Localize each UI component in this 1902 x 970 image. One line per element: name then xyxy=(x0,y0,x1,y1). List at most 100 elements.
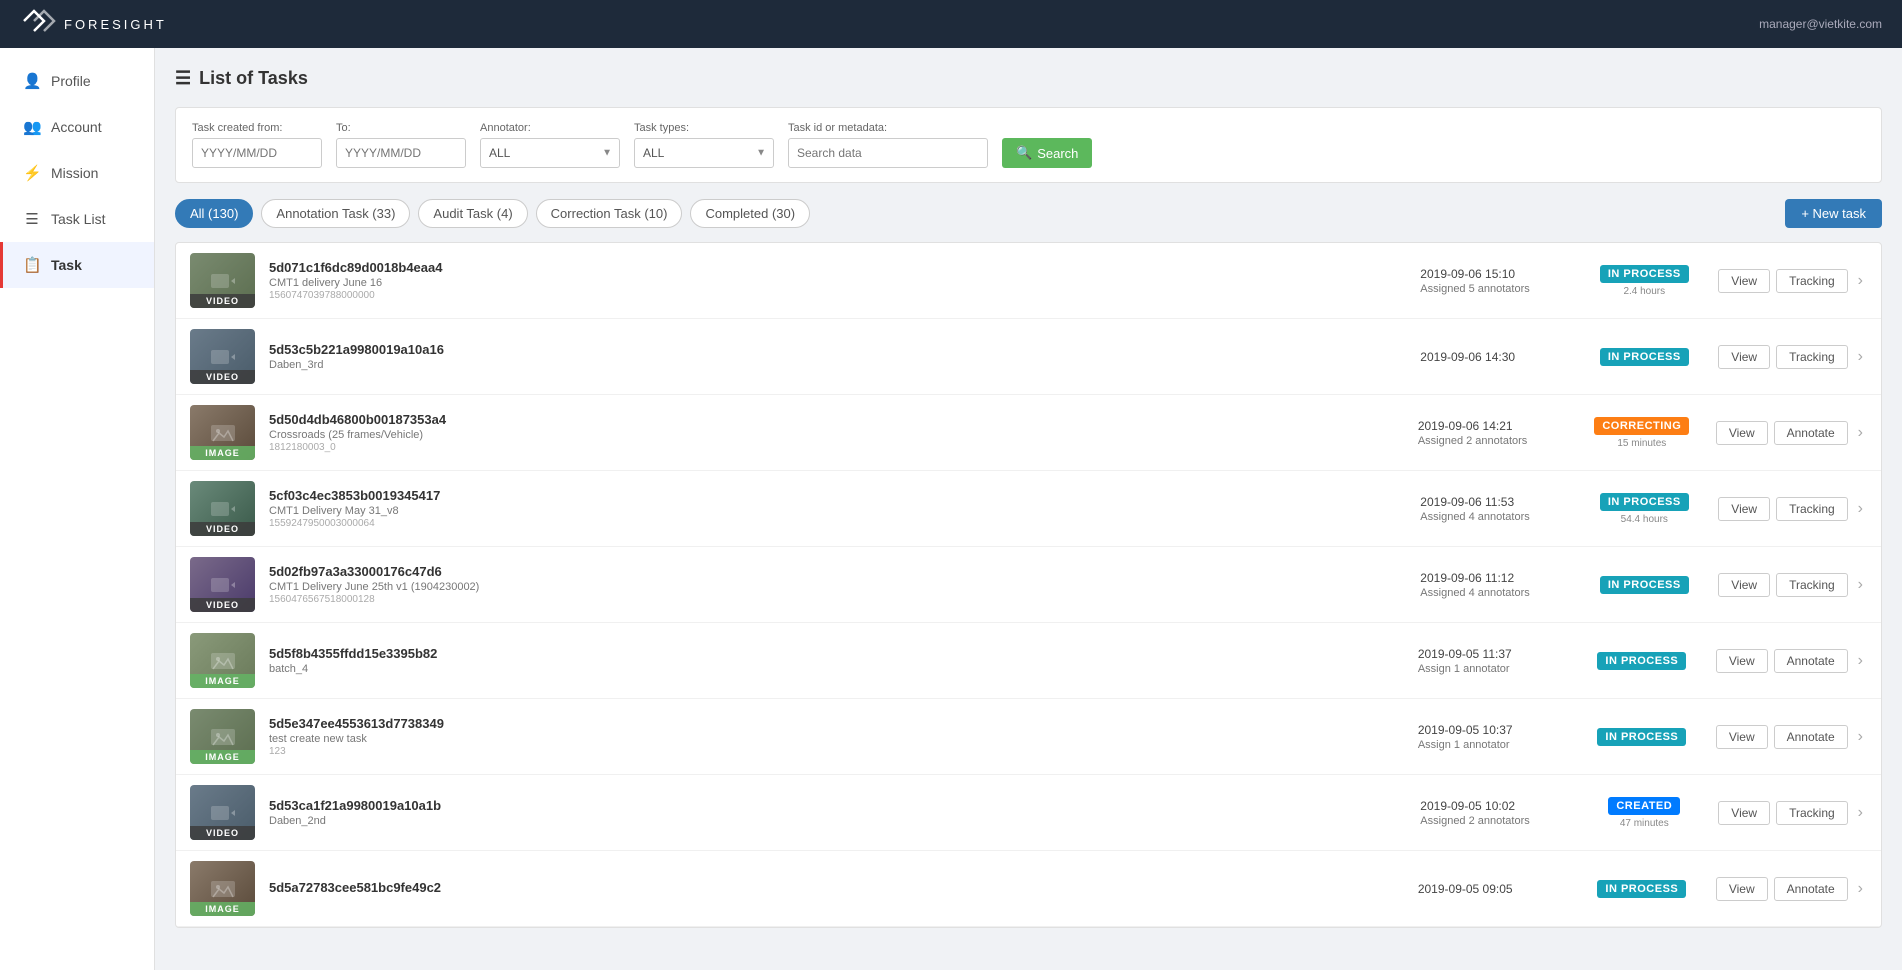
expand-chevron-icon[interactable]: › xyxy=(1854,800,1867,826)
secondary-action-button[interactable]: Tracking xyxy=(1776,345,1848,369)
new-task-button[interactable]: + New task xyxy=(1785,199,1882,228)
task-thumbnail: VIDEO xyxy=(190,557,255,612)
view-button[interactable]: View xyxy=(1716,877,1768,901)
task-actions: View Tracking › xyxy=(1718,344,1867,370)
task-subtitle: Daben_2nd xyxy=(269,815,1406,827)
task-info: 5d5a72783cee581bc9fe49c2 xyxy=(269,880,1404,897)
filter-annotator-select[interactable]: ALL xyxy=(480,138,620,168)
task-duration: 15 minutes xyxy=(1582,438,1702,449)
secondary-action-button[interactable]: Annotate xyxy=(1774,649,1848,673)
task-subtitle: batch_4 xyxy=(269,663,1404,675)
status-badge: CORRECTING xyxy=(1594,417,1689,435)
task-status: IN PROCESS xyxy=(1584,348,1704,366)
task-actions: View Tracking › xyxy=(1718,268,1867,294)
tab-annotation[interactable]: Annotation Task (33) xyxy=(261,199,410,228)
task-id: 5d02fb97a3a33000176c47d6 xyxy=(269,564,1406,579)
expand-chevron-icon[interactable]: › xyxy=(1854,876,1867,902)
task-actions: View Tracking › xyxy=(1718,496,1867,522)
main-content: ☰ List of Tasks Task created from: To: A… xyxy=(155,48,1902,970)
task-info: 5d53c5b221a9980019a10a16 Daben_3rd xyxy=(269,342,1406,372)
tab-correction[interactable]: Correction Task (10) xyxy=(536,199,683,228)
task-assignee: Assign 1 annotator xyxy=(1418,663,1568,675)
filter-task-types-label: Task types: xyxy=(634,122,774,134)
sidebar-label-task: Task xyxy=(51,257,82,273)
task-row[interactable]: VIDEO 5d53c5b221a9980019a10a16 Daben_3rd… xyxy=(176,319,1881,395)
task-thumbnail: IMAGE xyxy=(190,709,255,764)
task-thumbnail: IMAGE xyxy=(190,405,255,460)
task-meta: 1560747039788000000 xyxy=(269,290,1406,301)
filter-metadata-input[interactable] xyxy=(788,138,988,168)
filter-annotator-group: Annotator: ALL ▼ xyxy=(480,122,620,168)
filter-annotator-wrap: ALL ▼ xyxy=(480,138,620,168)
tab-completed[interactable]: Completed (30) xyxy=(690,199,810,228)
view-button[interactable]: View xyxy=(1716,725,1768,749)
filter-from-input[interactable] xyxy=(192,138,322,168)
logo-icon xyxy=(20,7,56,41)
secondary-action-button[interactable]: Tracking xyxy=(1776,269,1848,293)
task-time: 2019-09-06 11:53 Assigned 4 annotators xyxy=(1420,495,1570,523)
expand-chevron-icon[interactable]: › xyxy=(1854,572,1867,598)
view-button[interactable]: View xyxy=(1718,345,1770,369)
brand-label: FORESIGHT xyxy=(64,17,167,32)
task-status: CREATED 47 minutes xyxy=(1584,797,1704,829)
user-email: manager@vietkite.com xyxy=(1759,17,1882,31)
task-row[interactable]: VIDEO 5cf03c4ec3853b0019345417 CMT1 Deli… xyxy=(176,471,1881,547)
expand-chevron-icon[interactable]: › xyxy=(1854,648,1867,674)
status-badge: IN PROCESS xyxy=(1600,493,1689,511)
tab-all[interactable]: All (130) xyxy=(175,199,253,228)
task-meta: 1559247950003000064 xyxy=(269,518,1406,529)
task-date: 2019-09-05 10:37 xyxy=(1418,723,1568,737)
task-row[interactable]: IMAGE 5d5f8b4355ffdd15e3395b82 batch_4 2… xyxy=(176,623,1881,699)
filter-task-types-select[interactable]: ALL xyxy=(634,138,774,168)
task-row[interactable]: IMAGE 5d50d4db46800b00187353a4 Crossroad… xyxy=(176,395,1881,471)
filter-to-label: To: xyxy=(336,122,466,134)
task-id: 5cf03c4ec3853b0019345417 xyxy=(269,488,1406,503)
expand-chevron-icon[interactable]: › xyxy=(1854,420,1867,446)
task-meta: 1812180003_0 xyxy=(269,442,1404,453)
view-button[interactable]: View xyxy=(1718,269,1770,293)
task-thumbnail: VIDEO xyxy=(190,253,255,308)
sidebar-item-task[interactable]: 📋 Task xyxy=(0,242,154,288)
sidebar-item-mission[interactable]: ⚡ Mission xyxy=(0,150,154,196)
task-subtitle: Daben_3rd xyxy=(269,359,1406,371)
expand-chevron-icon[interactable]: › xyxy=(1854,268,1867,294)
task-status: IN PROCESS xyxy=(1582,880,1702,898)
task-assignee: Assigned 5 annotators xyxy=(1420,283,1570,295)
view-button[interactable]: View xyxy=(1716,421,1768,445)
secondary-action-button[interactable]: Annotate xyxy=(1774,421,1848,445)
task-info: 5d53ca1f21a9980019a10a1b Daben_2nd xyxy=(269,798,1406,828)
task-row[interactable]: IMAGE 5d5e347ee4553613d7738349 test crea… xyxy=(176,699,1881,775)
task-row[interactable]: VIDEO 5d02fb97a3a33000176c47d6 CMT1 Deli… xyxy=(176,547,1881,623)
view-button[interactable]: View xyxy=(1718,497,1770,521)
view-button[interactable]: View xyxy=(1718,801,1770,825)
task-row[interactable]: VIDEO 5d53ca1f21a9980019a10a1b Daben_2nd… xyxy=(176,775,1881,851)
tab-audit[interactable]: Audit Task (4) xyxy=(418,199,527,228)
secondary-action-button[interactable]: Tracking xyxy=(1776,497,1848,521)
media-type-badge: VIDEO xyxy=(190,522,255,536)
expand-chevron-icon[interactable]: › xyxy=(1854,724,1867,750)
expand-chevron-icon[interactable]: › xyxy=(1854,344,1867,370)
filter-to-input[interactable] xyxy=(336,138,466,168)
task-icon: 📋 xyxy=(23,256,41,274)
secondary-action-button[interactable]: Annotate xyxy=(1774,877,1848,901)
task-thumbnail: VIDEO xyxy=(190,329,255,384)
task-info: 5d02fb97a3a33000176c47d6 CMT1 Delivery J… xyxy=(269,564,1406,605)
sidebar-item-task-list[interactable]: ☰ Task List xyxy=(0,196,154,242)
view-button[interactable]: View xyxy=(1718,573,1770,597)
secondary-action-button[interactable]: Tracking xyxy=(1776,573,1848,597)
media-type-badge: IMAGE xyxy=(190,674,255,688)
search-button[interactable]: 🔍 Search xyxy=(1002,138,1092,168)
sidebar-label-task-list: Task List xyxy=(51,211,105,227)
task-row[interactable]: VIDEO 5d071c1f6dc89d0018b4eaa4 CMT1 deli… xyxy=(176,243,1881,319)
view-button[interactable]: View xyxy=(1716,649,1768,673)
expand-chevron-icon[interactable]: › xyxy=(1854,496,1867,522)
task-row[interactable]: IMAGE 5d5a72783cee581bc9fe49c2 2019-09-0… xyxy=(176,851,1881,927)
secondary-action-button[interactable]: Tracking xyxy=(1776,801,1848,825)
filter-annotator-label: Annotator: xyxy=(480,122,620,134)
task-actions: View Annotate › xyxy=(1716,724,1867,750)
task-id: 5d50d4db46800b00187353a4 xyxy=(269,412,1404,427)
secondary-action-button[interactable]: Annotate xyxy=(1774,725,1848,749)
task-thumbnail: IMAGE xyxy=(190,861,255,916)
sidebar-item-profile[interactable]: 👤 Profile xyxy=(0,58,154,104)
sidebar-item-account[interactable]: 👥 Account xyxy=(0,104,154,150)
